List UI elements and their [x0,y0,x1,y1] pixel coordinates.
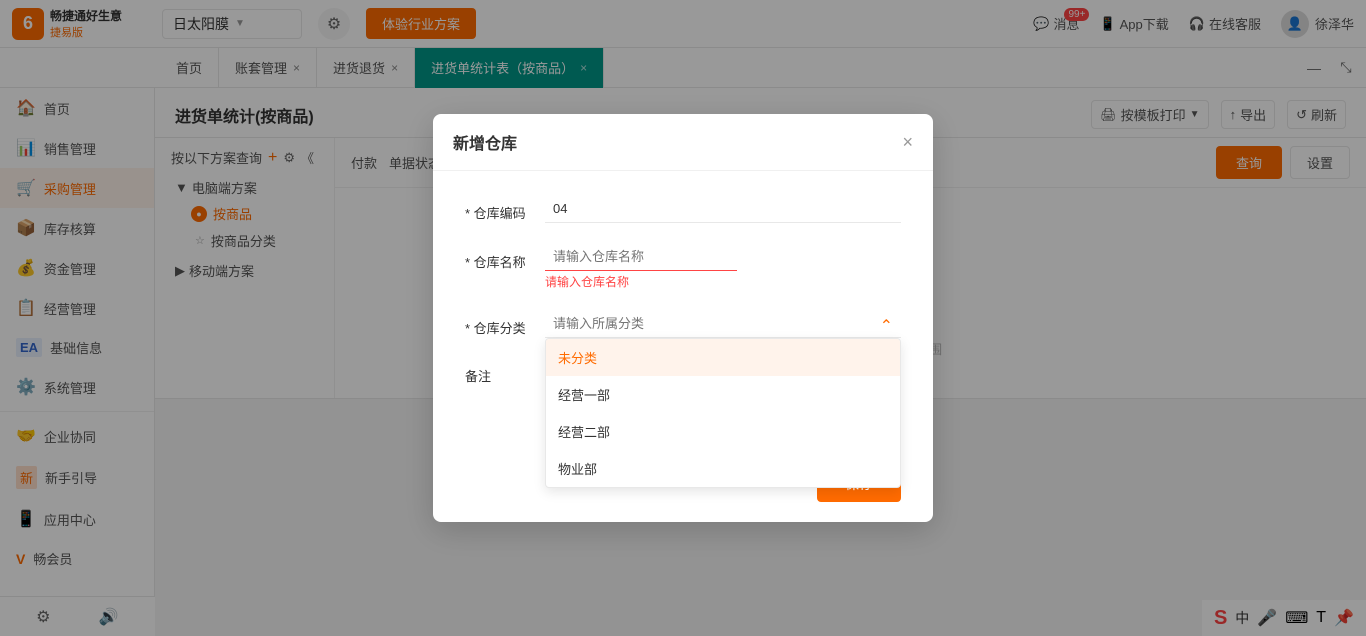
note-label: 备注 [465,358,545,385]
dialog-title: 新增仓库 [453,130,517,154]
code-input[interactable] [545,195,901,223]
category-input[interactable] [545,310,901,338]
dropdown-item-uncategorized[interactable]: 未分类 [546,339,900,376]
dialog-body: * 仓库编码 * 仓库名称 请输入仓库名称 * 仓库分类 ⌃ [433,171,933,454]
form-row-category: * 仓库分类 ⌃ 未分类 经营一部 经营二部 物业部 [465,310,901,338]
form-row-name-inner: * 仓库名称 [465,243,737,271]
form-row-code: * 仓库编码 [465,195,901,223]
code-label: * 仓库编码 [465,195,545,222]
category-dropdown: 未分类 经营一部 经营二部 物业部 [545,338,901,488]
name-label: * 仓库名称 [465,244,545,271]
modal-overlay[interactable]: 新增仓库 × * 仓库编码 * 仓库名称 请输入仓库名称 * 仓库分类 [0,0,1366,636]
category-select-wrapper: ⌃ 未分类 经营一部 经营二部 物业部 [545,310,901,338]
dropdown-item-ops2[interactable]: 经营二部 [546,413,900,450]
category-label: * 仓库分类 [465,310,545,337]
form-row-name: * 仓库名称 请输入仓库名称 [465,243,901,290]
dialog-close-button[interactable]: × [902,133,913,151]
category-arrow-up-icon[interactable]: ⌃ [880,316,893,336]
name-input[interactable] [545,243,737,271]
dialog-add-warehouse: 新增仓库 × * 仓库编码 * 仓库名称 请输入仓库名称 * 仓库分类 [433,114,933,522]
dropdown-item-property[interactable]: 物业部 [546,450,900,487]
dialog-header: 新增仓库 × [433,114,933,171]
name-error-tip: 请输入仓库名称 [465,273,629,290]
dropdown-item-ops1[interactable]: 经营一部 [546,376,900,413]
